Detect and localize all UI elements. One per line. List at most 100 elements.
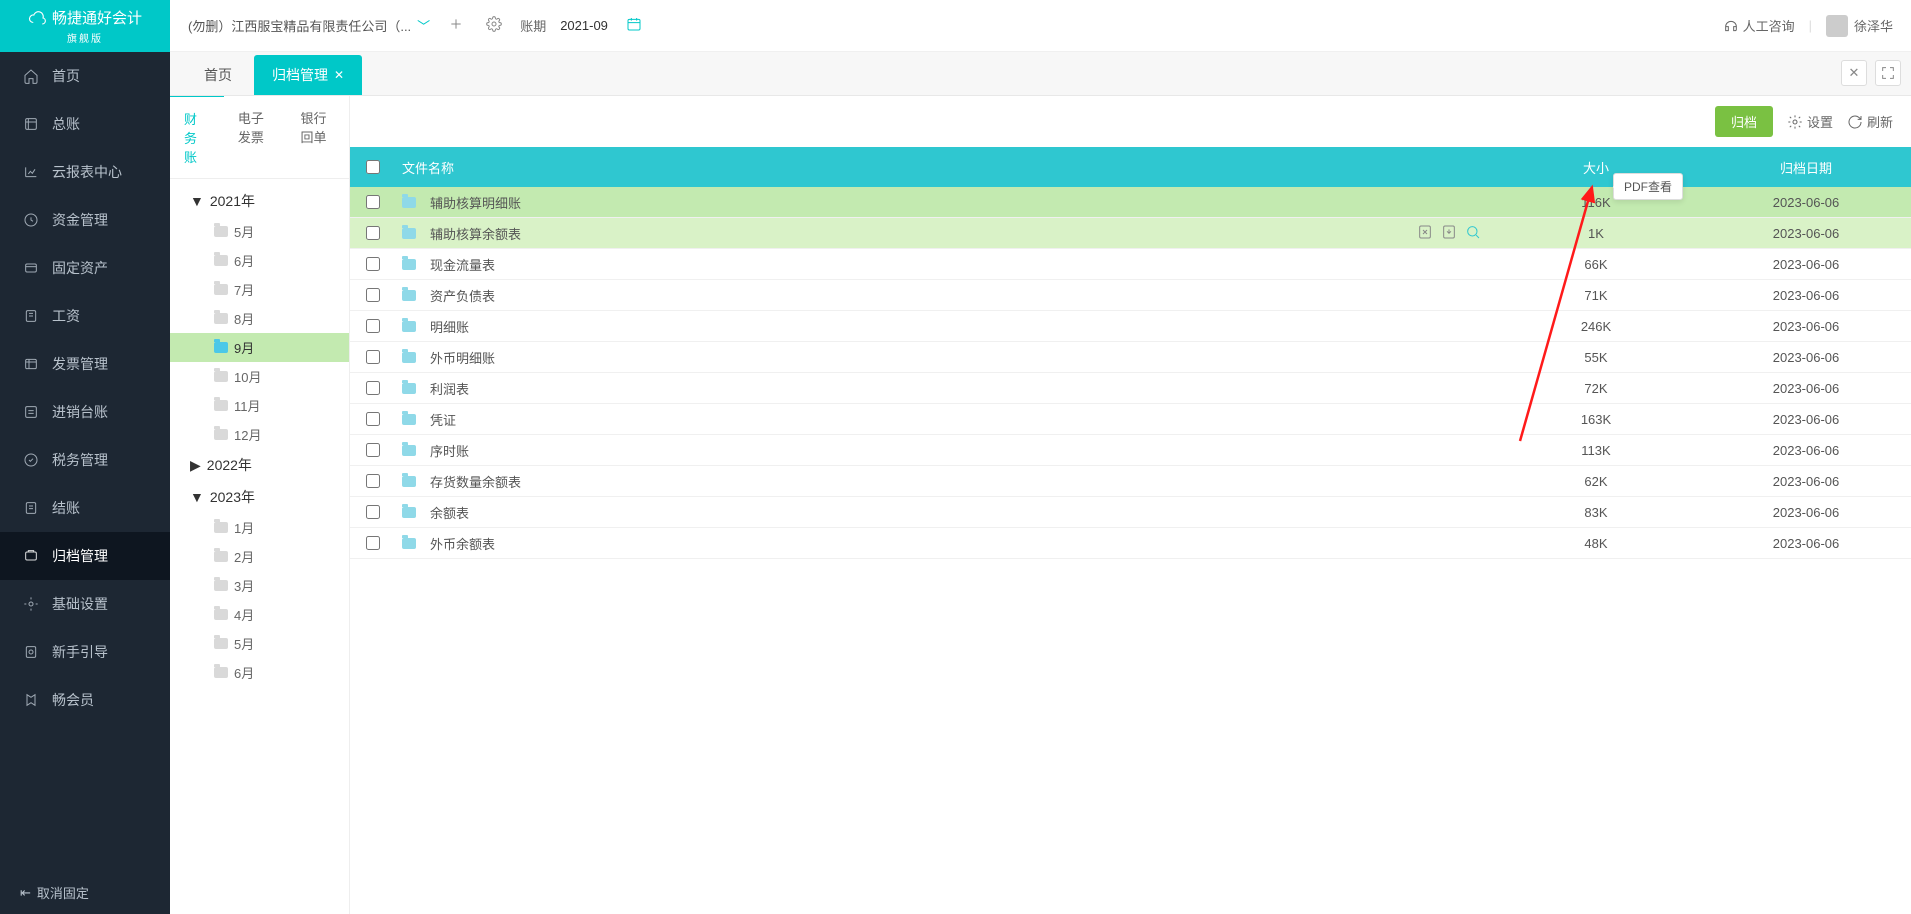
nav-item-5[interactable]: 工资 bbox=[0, 292, 170, 340]
table-row[interactable]: 外币余额表48K2023-06-06 bbox=[350, 528, 1911, 559]
settings-icon[interactable] bbox=[482, 12, 506, 39]
folder-icon bbox=[214, 429, 228, 440]
nav-item-9[interactable]: 结账 bbox=[0, 484, 170, 532]
table-row[interactable]: 余额表83K2023-06-06 bbox=[350, 497, 1911, 528]
row-checkbox[interactable] bbox=[366, 195, 380, 209]
support-link[interactable]: 人工咨询 bbox=[1723, 16, 1795, 35]
company-selector[interactable]: (勿删）江西服宝精品有限责任公司（... ﹀ bbox=[188, 16, 430, 35]
tree-year[interactable]: ▶2022年 bbox=[170, 449, 349, 481]
add-icon[interactable] bbox=[444, 12, 468, 39]
table-row[interactable]: 凭证163K2023-06-06 bbox=[350, 404, 1911, 435]
row-checkbox[interactable] bbox=[366, 443, 380, 457]
sidebar-unpin[interactable]: ⇤ 取消固定 bbox=[0, 871, 170, 914]
tree-month[interactable]: 3月 bbox=[170, 571, 349, 600]
nav-item-1[interactable]: 总账 bbox=[0, 100, 170, 148]
download-excel-icon[interactable] bbox=[1417, 224, 1433, 243]
tab-home[interactable]: 首页 bbox=[186, 55, 250, 95]
user-menu[interactable]: 徐泽华 bbox=[1826, 15, 1893, 37]
nav-item-3[interactable]: 资金管理 bbox=[0, 196, 170, 244]
nav-item-6[interactable]: 发票管理 bbox=[0, 340, 170, 388]
row-checkbox[interactable] bbox=[366, 257, 380, 271]
table-row[interactable]: 存货数量余额表62K2023-06-06 bbox=[350, 466, 1911, 497]
pdf-view-icon[interactable] bbox=[1465, 224, 1481, 243]
nav-item-7[interactable]: 进销台账 bbox=[0, 388, 170, 436]
archive-button[interactable]: 归档 bbox=[1715, 106, 1773, 137]
period-value[interactable]: 2021-09 bbox=[560, 18, 608, 33]
tree-month[interactable]: 1月 bbox=[170, 513, 349, 542]
table-row[interactable]: 现金流量表66K2023-06-06 bbox=[350, 249, 1911, 280]
table-row[interactable]: 利润表72K2023-06-06 bbox=[350, 373, 1911, 404]
file-name: 辅助核算余额表 bbox=[430, 224, 521, 243]
table-row[interactable]: 辅助核算余额表1K2023-06-06 bbox=[350, 218, 1911, 249]
table-row[interactable]: 明细账246K2023-06-06 bbox=[350, 311, 1911, 342]
folder-icon bbox=[402, 538, 416, 549]
folder-icon bbox=[214, 551, 228, 562]
avatar-icon bbox=[1826, 15, 1848, 37]
archive-date: 2023-06-06 bbox=[1701, 412, 1911, 427]
fullscreen-icon[interactable] bbox=[1875, 60, 1901, 86]
tab-close-icon[interactable]: ✕ bbox=[334, 68, 344, 82]
select-all-checkbox[interactable] bbox=[366, 160, 380, 174]
nav-label: 云报表中心 bbox=[52, 162, 122, 182]
tree-month[interactable]: 5月 bbox=[170, 629, 349, 658]
tree-month[interactable]: 6月 bbox=[170, 246, 349, 275]
settings-link[interactable]: 设置 bbox=[1787, 112, 1833, 131]
table-row[interactable]: 外币明细账55K2023-06-06 bbox=[350, 342, 1911, 373]
tree-tab-einvoice[interactable]: 电子发票 bbox=[224, 96, 287, 178]
row-checkbox[interactable] bbox=[366, 474, 380, 488]
nav-label: 发票管理 bbox=[52, 354, 108, 374]
nav-icon bbox=[22, 259, 40, 277]
sidebar: 畅捷通好会计 旗舰版 首页总账云报表中心资金管理固定资产工资发票管理进销台账税务… bbox=[0, 0, 170, 914]
archive-date: 2023-06-06 bbox=[1701, 536, 1911, 551]
calendar-icon[interactable] bbox=[622, 12, 646, 39]
nav-item-12[interactable]: 新手引导 bbox=[0, 628, 170, 676]
nav-item-10[interactable]: 归档管理 bbox=[0, 532, 170, 580]
row-checkbox[interactable] bbox=[366, 536, 380, 550]
caret-icon: ▼ bbox=[190, 193, 204, 209]
folder-icon bbox=[214, 284, 228, 295]
nav-item-8[interactable]: 税务管理 bbox=[0, 436, 170, 484]
row-checkbox[interactable] bbox=[366, 319, 380, 333]
tree-month[interactable]: 7月 bbox=[170, 275, 349, 304]
folder-icon bbox=[214, 580, 228, 591]
tree-month[interactable]: 2月 bbox=[170, 542, 349, 571]
tree-tab-finance[interactable]: 财务账 bbox=[170, 95, 224, 178]
tree-year[interactable]: ▼2023年 bbox=[170, 481, 349, 513]
row-checkbox[interactable] bbox=[366, 505, 380, 519]
tree-month[interactable]: 6月 bbox=[170, 658, 349, 687]
tree-month[interactable]: 9月 bbox=[170, 333, 349, 362]
tree-month[interactable]: 10月 bbox=[170, 362, 349, 391]
nav-item-11[interactable]: 基础设置 bbox=[0, 580, 170, 628]
file-panel: 归档 设置 刷新 文件名称 大小 归档日期 bbox=[350, 96, 1911, 914]
month-label: 5月 bbox=[234, 222, 254, 241]
nav-item-13[interactable]: 畅会员 bbox=[0, 676, 170, 724]
folder-icon bbox=[214, 638, 228, 649]
table-row[interactable]: 序时账113K2023-06-06 bbox=[350, 435, 1911, 466]
nav-label: 畅会员 bbox=[52, 690, 94, 710]
tree-month[interactable]: 4月 bbox=[170, 600, 349, 629]
tree-month[interactable]: 11月 bbox=[170, 391, 349, 420]
table-row[interactable]: 资产负债表71K2023-06-06 bbox=[350, 280, 1911, 311]
folder-icon bbox=[214, 667, 228, 678]
row-checkbox[interactable] bbox=[366, 226, 380, 240]
nav-item-2[interactable]: 云报表中心 bbox=[0, 148, 170, 196]
nav-item-4[interactable]: 固定资产 bbox=[0, 244, 170, 292]
row-checkbox[interactable] bbox=[366, 381, 380, 395]
folder-icon bbox=[402, 259, 416, 270]
tree-month[interactable]: 5月 bbox=[170, 217, 349, 246]
tree-tab-bank[interactable]: 银行回单 bbox=[286, 96, 349, 178]
file-toolbar: 归档 设置 刷新 bbox=[350, 96, 1911, 147]
row-checkbox[interactable] bbox=[366, 350, 380, 364]
row-checkbox[interactable] bbox=[366, 288, 380, 302]
download-pdf-icon[interactable] bbox=[1441, 224, 1457, 243]
nav-label: 资金管理 bbox=[52, 210, 108, 230]
tab-close-button[interactable]: ✕ bbox=[1841, 60, 1867, 86]
refresh-link[interactable]: 刷新 bbox=[1847, 112, 1893, 131]
row-checkbox[interactable] bbox=[366, 412, 380, 426]
nav-item-0[interactable]: 首页 bbox=[0, 52, 170, 100]
tab-archive[interactable]: 归档管理 ✕ bbox=[254, 55, 362, 95]
archive-date: 2023-06-06 bbox=[1701, 350, 1911, 365]
tree-year[interactable]: ▼2021年 bbox=[170, 185, 349, 217]
tree-month[interactable]: 8月 bbox=[170, 304, 349, 333]
tree-month[interactable]: 12月 bbox=[170, 420, 349, 449]
